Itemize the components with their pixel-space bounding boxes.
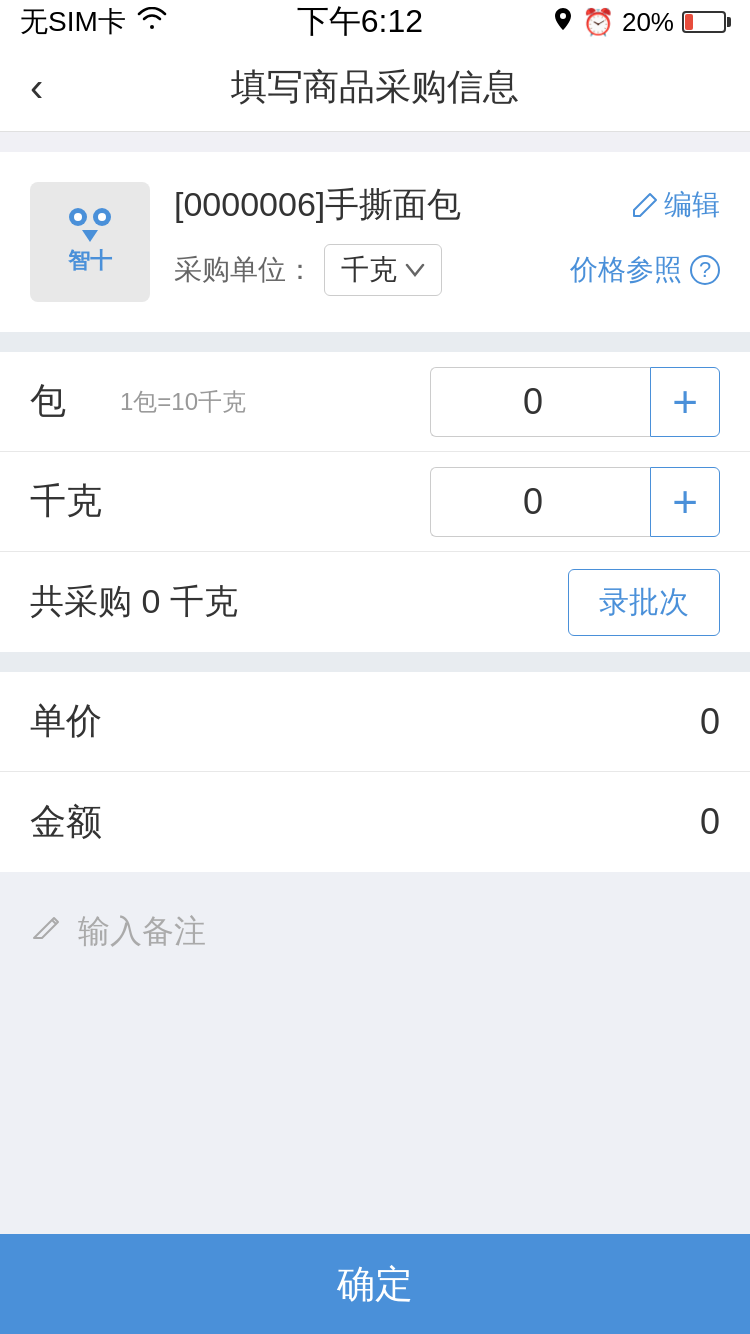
status-bar-left: 无SIM卡 (20, 3, 168, 41)
owl-eyes (69, 208, 111, 226)
bag-input-wrap: + (430, 367, 720, 437)
bag-input[interactable] (430, 367, 650, 437)
owl-text: 智十 (68, 246, 112, 276)
section-divider-2 (0, 652, 750, 672)
edit-label: 编辑 (664, 186, 720, 224)
carrier-label: 无SIM卡 (20, 3, 126, 41)
price-ref-button[interactable]: 价格参照 ? (570, 251, 720, 289)
unit-price-value: 0 (700, 701, 720, 743)
section-divider-1 (0, 332, 750, 352)
product-card: 智十 [0000006]手撕面包 编辑 采购单位： 千克 价格参照 ? (0, 152, 750, 332)
back-button[interactable]: ‹ (20, 55, 53, 120)
amount-row: 金额 0 (0, 772, 750, 872)
bag-plus-button[interactable]: + (650, 367, 720, 437)
kg-input[interactable] (430, 467, 650, 537)
alarm-icon: ⏰ (582, 7, 614, 38)
product-full-name: [0000006]手撕面包 (174, 182, 461, 228)
unit-select[interactable]: 千克 (324, 244, 442, 296)
status-bar-time: 下午6:12 (297, 0, 423, 44)
product-name-row: [0000006]手撕面包 编辑 (174, 182, 720, 228)
owl-right-eye (93, 208, 111, 226)
kg-label: 千克 (30, 477, 110, 526)
amount-value: 0 (700, 801, 720, 843)
purchase-unit-label: 采购单位： (174, 251, 314, 289)
bag-sublabel: 1包=10千克 (120, 386, 430, 418)
status-bar-right: ⏰ 20% (552, 7, 730, 38)
status-bar: 无SIM卡 下午6:12 ⏰ 20% (0, 0, 750, 44)
bag-input-row: 包 1包=10千克 + (0, 352, 750, 452)
location-icon (552, 7, 574, 38)
price-section: 单价 0 金额 0 (0, 672, 750, 872)
confirm-button[interactable]: 确定 (0, 1234, 750, 1334)
bag-label: 包 (30, 377, 110, 426)
unit-price-row: 单价 0 (0, 672, 750, 772)
remark-placeholder: 输入备注 (78, 910, 206, 954)
product-owl-logo: 智十 (68, 208, 112, 276)
nav-bar: ‹ 填写商品采购信息 (0, 44, 750, 132)
remark-section[interactable]: 输入备注 (0, 872, 750, 992)
battery-icon (682, 11, 730, 33)
amount-label: 金额 (30, 798, 102, 847)
unit-price-label: 单价 (30, 697, 102, 746)
owl-left-eye (69, 208, 87, 226)
price-ref-label: 价格参照 (570, 251, 682, 289)
edit-button[interactable]: 编辑 (632, 186, 720, 224)
purchase-unit-row: 采购单位： 千克 价格参照 ? (174, 244, 720, 296)
owl-beak (82, 230, 98, 242)
battery-percent: 20% (622, 7, 674, 38)
kg-input-row: 千克 + (0, 452, 750, 552)
input-section: 包 1包=10千克 + 千克 + (0, 352, 750, 552)
kg-input-wrap: + (430, 467, 720, 537)
page-title: 填写商品采购信息 (231, 63, 519, 112)
wifi-icon (136, 6, 168, 38)
pencil-icon (30, 912, 62, 952)
summary-row: 共采购 0 千克 录批次 (0, 552, 750, 652)
unit-value: 千克 (341, 251, 397, 289)
product-info: [0000006]手撕面包 编辑 采购单位： 千克 价格参照 ? (174, 182, 720, 296)
kg-plus-button[interactable]: + (650, 467, 720, 537)
summary-text: 共采购 0 千克 (30, 579, 238, 625)
help-icon: ? (690, 255, 720, 285)
product-image: 智十 (30, 182, 150, 302)
batch-button[interactable]: 录批次 (568, 569, 720, 636)
